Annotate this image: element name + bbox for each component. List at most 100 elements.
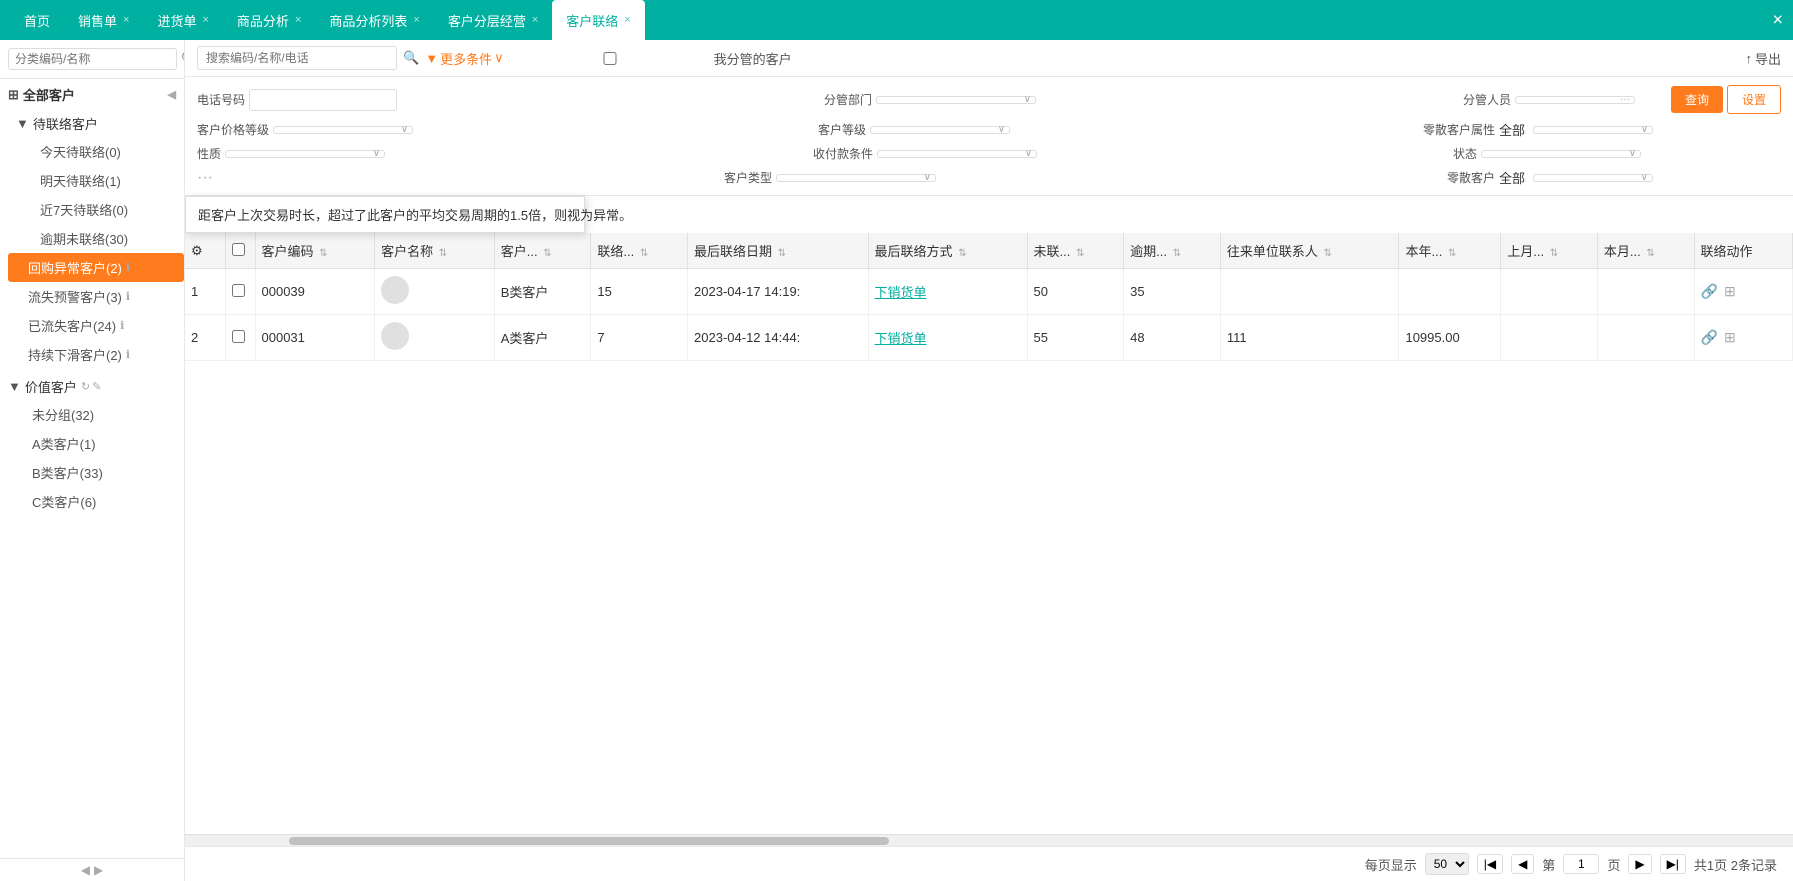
sort-name-icon[interactable]: ⇅ xyxy=(439,248,447,259)
sidebar-left-arrow[interactable]: ◀ xyxy=(81,863,90,877)
prev-page-btn[interactable]: ◀ xyxy=(1511,854,1534,874)
row2-checkbox[interactable] xyxy=(232,330,245,343)
row1-link-icon[interactable]: 🔗 xyxy=(1701,283,1718,300)
sort-date-icon[interactable]: ⇅ xyxy=(778,248,786,259)
nav-sales[interactable]: 销售单 × xyxy=(64,0,143,40)
setting-button[interactable]: 设置 xyxy=(1727,85,1781,114)
sidebar-ungrouped[interactable]: 未分组(32) xyxy=(12,400,184,429)
customer-grade-select[interactable]: ∨ xyxy=(870,126,1010,134)
search-button[interactable]: 🔍 xyxy=(403,50,419,66)
last-page-btn[interactable]: ▶| xyxy=(1660,854,1686,874)
dept-select[interactable]: ∨ xyxy=(876,96,1036,104)
row1-action-icons: 🔗 ⊞ xyxy=(1701,283,1786,300)
page-input[interactable] xyxy=(1563,854,1599,874)
nav-home[interactable]: 首页 xyxy=(10,0,64,40)
customer-type-select[interactable]: ∨ xyxy=(776,174,936,182)
retail-customer-select[interactable]: ∨ xyxy=(1533,174,1653,182)
sort-type-icon[interactable]: ⇅ xyxy=(543,248,551,259)
sidebar-class-b[interactable]: B类客户(33) xyxy=(12,458,184,487)
sidebar-value-customers[interactable]: ▼ 价值客户 ↻ ✎ xyxy=(0,373,184,400)
sidebar-class-c[interactable]: C类客户(6) xyxy=(12,487,184,516)
sidebar-declining[interactable]: 持续下滑客户(2) ℹ xyxy=(8,340,184,369)
phone-input[interactable] xyxy=(249,89,397,111)
my-customers-checkbox[interactable] xyxy=(510,52,710,65)
avatar-2 xyxy=(381,322,409,350)
price-grade-select[interactable]: ∨ xyxy=(273,126,413,134)
sidebar-pending-contact[interactable]: ▼ 待联络客户 xyxy=(8,110,184,137)
more-conditions-btn[interactable]: ▼ 更多条件 ∨ xyxy=(425,49,503,68)
sidebar-all-customers[interactable]: ⊞ 全部客户 ◀ xyxy=(0,79,184,110)
retail-attr-select[interactable]: ∨ xyxy=(1533,126,1653,134)
sidebar-7days[interactable]: 近7天待联络(0) xyxy=(20,195,184,224)
close-tier-tab[interactable]: × xyxy=(532,14,538,26)
row2-last-contact-method[interactable]: 下销货单 xyxy=(868,315,1027,361)
next-page-btn[interactable]: ▶ xyxy=(1628,854,1651,874)
my-customers-label[interactable]: 我分管的客户 xyxy=(510,49,792,68)
table-area: ⚙ 客户编码 ⇅ 客户名称 ⇅ 客户... xyxy=(185,233,1793,834)
filter-bar: 🔍 ▼ 更多条件 ∨ 我分管的客户 ↑ 导出 xyxy=(185,40,1793,77)
row1-check[interactable] xyxy=(225,269,255,315)
select-all-checkbox[interactable] xyxy=(232,243,245,256)
sidebar-class-a[interactable]: A类客户(1) xyxy=(12,429,184,458)
row1-grid-icon[interactable]: ⊞ xyxy=(1724,283,1736,300)
close-analysis-tab[interactable]: × xyxy=(295,14,301,26)
query-button[interactable]: 查询 xyxy=(1671,86,1723,113)
export-button[interactable]: ↑ 导出 xyxy=(1745,49,1781,68)
row1-last-contact-method[interactable]: 下销货单 xyxy=(868,269,1027,315)
sort-code-icon[interactable]: ⇅ xyxy=(319,248,327,259)
person-select[interactable]: ··· xyxy=(1515,96,1635,104)
per-page-select[interactable]: 50 xyxy=(1425,853,1469,875)
refresh-icon[interactable]: ↻ xyxy=(81,380,90,393)
col-settings[interactable]: ⚙ xyxy=(185,233,225,269)
sidebar-right-arrow[interactable]: ▶ xyxy=(94,863,103,877)
close-purchase-tab[interactable]: × xyxy=(202,14,208,26)
close-analysis-list-tab[interactable]: × xyxy=(413,14,419,26)
sort-overdue-icon[interactable]: ⇅ xyxy=(1173,248,1181,259)
scrollbar-thumb[interactable] xyxy=(289,837,889,845)
row2-check[interactable] xyxy=(225,315,255,361)
sidebar-search-input[interactable] xyxy=(8,48,177,70)
sort-last-month-icon[interactable]: ⇅ xyxy=(1550,248,1558,259)
sort-contact-icon[interactable]: ⇅ xyxy=(640,248,648,259)
close-sales-tab[interactable]: × xyxy=(123,14,129,26)
nav-customer-contact[interactable]: 客户联络 × xyxy=(552,0,644,40)
total-label: 共1页 2条记录 xyxy=(1694,855,1777,874)
row1-method-link[interactable]: 下销货单 xyxy=(875,285,927,300)
sort-no-contact-icon[interactable]: ⇅ xyxy=(1076,248,1084,259)
horizontal-scrollbar[interactable] xyxy=(185,834,1793,846)
search-input[interactable] xyxy=(197,46,397,70)
edit-icon[interactable]: ✎ xyxy=(92,380,101,393)
nav-product-analysis[interactable]: 商品分析 × xyxy=(223,0,315,40)
nav-product-analysis-list[interactable]: 商品分析列表 × xyxy=(315,0,433,40)
phone-field: 电话号码 xyxy=(197,89,397,111)
nav-customer-tier[interactable]: 客户分层经营 × xyxy=(434,0,552,40)
row2-method-link[interactable]: 下销货单 xyxy=(875,331,927,346)
sidebar-tomorrow[interactable]: 明天待联络(1) xyxy=(20,166,184,195)
customer-grade-arrow: ∨ xyxy=(998,124,1005,135)
row1-checkbox[interactable] xyxy=(232,284,245,297)
close-all-tabs[interactable]: × xyxy=(1772,10,1783,31)
sort-contact-person-icon[interactable]: ⇅ xyxy=(1323,248,1331,259)
first-page-btn[interactable]: |◀ xyxy=(1477,854,1503,874)
sort-method-icon[interactable]: ⇅ xyxy=(958,248,966,259)
sidebar-abnormal-repurchase[interactable]: 回购异常客户(2) ℹ xyxy=(8,253,184,282)
sidebar-churn-warning[interactable]: 流失预警客户(3) ℹ xyxy=(8,282,184,311)
customer-grade-label: 客户等级 xyxy=(818,121,866,138)
close-contact-tab[interactable]: × xyxy=(624,14,630,26)
nav-purchase[interactable]: 进货单 × xyxy=(143,0,222,40)
row2-link-icon[interactable]: 🔗 xyxy=(1701,329,1718,346)
payment-select[interactable]: ∨ xyxy=(877,150,1037,158)
sidebar-overdue[interactable]: 逾期未联络(30) xyxy=(20,224,184,253)
status-select[interactable]: ∨ xyxy=(1481,150,1641,158)
row2-last-month xyxy=(1501,315,1598,361)
row2-grid-icon[interactable]: ⊞ xyxy=(1724,329,1736,346)
sidebar-today[interactable]: 今天待联络(0) xyxy=(20,137,184,166)
sidebar-churned[interactable]: 已流失客户(24) ℹ xyxy=(8,311,184,340)
sort-this-month-icon[interactable]: ⇅ xyxy=(1646,248,1654,259)
price-grade-field: 客户价格等级 ∨ xyxy=(197,121,413,138)
more-dots[interactable]: ··· xyxy=(197,169,213,187)
col-checkbox[interactable] xyxy=(225,233,255,269)
gender-select[interactable]: ∨ xyxy=(225,150,385,158)
sort-year-icon[interactable]: ⇅ xyxy=(1448,248,1456,259)
export-icon: ↑ xyxy=(1745,51,1752,66)
